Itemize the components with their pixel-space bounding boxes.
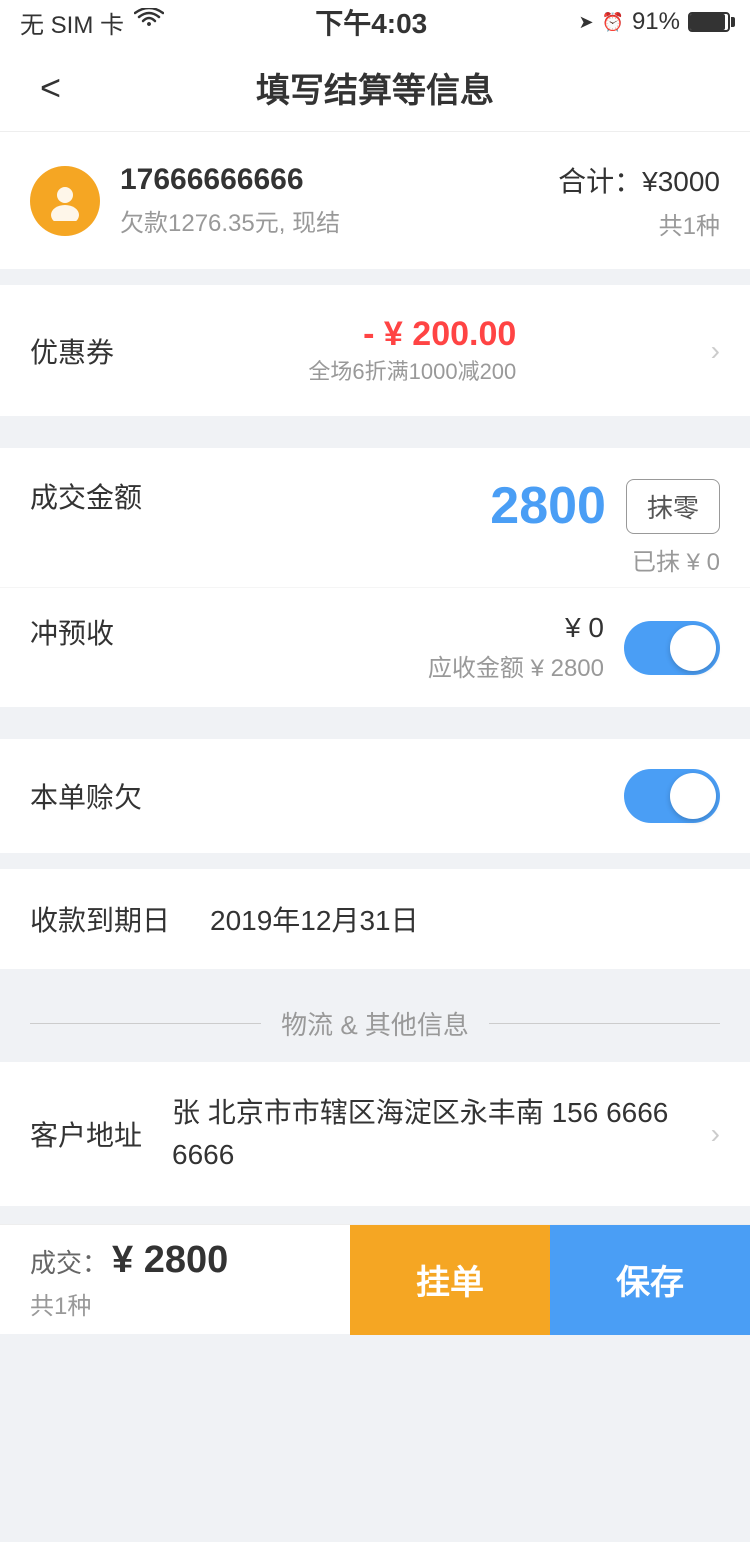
due-date-label: 收款到期日 bbox=[30, 899, 170, 939]
battery-indicator bbox=[688, 12, 730, 32]
divider-line-left bbox=[30, 1023, 261, 1024]
bottom-count: 共1种 bbox=[30, 1286, 320, 1321]
pre-collect-value: ¥ 0 bbox=[428, 612, 604, 644]
status-bar: 无 SIM 卡 下午4:03 ➤ ⏰ 91% bbox=[0, 0, 750, 44]
save-button[interactable]: 保存 bbox=[550, 1225, 750, 1335]
due-date-row: 收款到期日 2019年12月31日 bbox=[0, 869, 750, 969]
bottom-info: 成交： ¥ 2800 共1种 bbox=[0, 1239, 350, 1321]
coupon-value: - ¥ 200.00 bbox=[308, 315, 516, 354]
coupon-desc: 全场6折满1000减200 bbox=[308, 354, 516, 386]
customer-info: 17666666666 欠款1276.35元, 现结 bbox=[120, 163, 340, 238]
address-label: 客户地址 bbox=[30, 1114, 142, 1154]
bottom-amount: ¥ 2800 bbox=[112, 1239, 228, 1282]
logistics-divider: 物流 & 其他信息 bbox=[0, 985, 750, 1062]
customer-count: 共1种 bbox=[558, 206, 720, 241]
avatar bbox=[30, 166, 100, 236]
customer-phone: 17666666666 bbox=[120, 163, 340, 197]
pre-collect-sub: 应收金额 ¥ 2800 bbox=[428, 648, 604, 683]
coupon-label: 优惠券 bbox=[30, 331, 114, 371]
address-row[interactable]: 客户地址 张 北京市市辖区海淀区永丰南 156 6666 6666 › bbox=[0, 1062, 750, 1206]
customer-sub: 欠款1276.35元, 现结 bbox=[120, 203, 340, 238]
gray-divider-1 bbox=[0, 432, 750, 448]
status-left: 无 SIM 卡 bbox=[20, 5, 164, 40]
debt-label: 本单赊欠 bbox=[30, 776, 142, 816]
alarm-icon: ⏰ bbox=[602, 12, 624, 33]
bottom-deal-label: 成交： bbox=[30, 1243, 108, 1280]
debt-toggle[interactable] bbox=[624, 769, 720, 823]
deal-amount-row: 成交金额 2800 抹零 已抹 ¥ 0 bbox=[0, 448, 750, 588]
location-icon: ➤ bbox=[578, 12, 593, 33]
debt-section: 本单赊欠 bbox=[0, 739, 750, 853]
customer-right: 合计：¥3000 共1种 bbox=[558, 160, 720, 241]
pre-collect-label: 冲预收 bbox=[30, 612, 114, 652]
pre-collect-right: ¥ 0 应收金额 ¥ 2800 bbox=[428, 612, 604, 683]
status-time: 下午4:03 bbox=[315, 2, 427, 42]
due-date-value: 2019年12月31日 bbox=[210, 899, 419, 939]
logistics-label: 物流 & 其他信息 bbox=[281, 1005, 469, 1042]
coupon-section: 优惠券 - ¥ 200.00 全场6折满1000减200 › bbox=[0, 285, 750, 416]
nav-bar: < 填写结算等信息 bbox=[0, 44, 750, 132]
debt-row: 本单赊欠 bbox=[0, 739, 750, 853]
customer-card: 17666666666 欠款1276.35元, 现结 合计：¥3000 共1种 bbox=[0, 132, 750, 269]
address-arrow: › bbox=[711, 1118, 720, 1150]
address-value: 张 北京市市辖区海淀区永丰南 156 6666 6666 bbox=[172, 1092, 711, 1176]
customer-left: 17666666666 欠款1276.35元, 现结 bbox=[30, 163, 340, 238]
coupon-row[interactable]: 优惠券 - ¥ 200.00 全场6折满1000减200 › bbox=[0, 285, 750, 416]
coupon-right: - ¥ 200.00 全场6折满1000减200 bbox=[308, 315, 516, 386]
deal-amount-section: 成交金额 2800 抹零 已抹 ¥ 0 冲预收 ¥ 0 应收金额 ¥ 2800 bbox=[0, 448, 750, 707]
divider-line-right bbox=[489, 1023, 720, 1024]
deal-amount-right: 2800 抹零 已抹 ¥ 0 bbox=[490, 476, 720, 577]
round-zero-button[interactable]: 抹零 bbox=[626, 479, 720, 534]
gray-divider-2 bbox=[0, 723, 750, 739]
pre-collect-row: 冲预收 ¥ 0 应收金额 ¥ 2800 bbox=[0, 588, 750, 707]
back-button[interactable]: < bbox=[30, 57, 71, 119]
pre-collect-toggle[interactable] bbox=[624, 621, 720, 675]
battery-percent: 91% bbox=[632, 8, 680, 36]
bottom-bar: 成交： ¥ 2800 共1种 挂单 保存 bbox=[0, 1224, 750, 1334]
customer-total: 合计：¥3000 bbox=[558, 160, 720, 200]
status-right: ➤ ⏰ 91% bbox=[578, 8, 730, 36]
hang-order-button[interactable]: 挂单 bbox=[350, 1225, 550, 1335]
coupon-arrow: › bbox=[711, 335, 720, 367]
page-title: 填写结算等信息 bbox=[256, 63, 494, 112]
ya-mo-text: 已抹 ¥ 0 bbox=[490, 542, 720, 577]
deal-amount-value: 2800 bbox=[490, 476, 606, 536]
battery-fill bbox=[690, 14, 725, 30]
carrier-text: 无 SIM 卡 bbox=[20, 5, 124, 40]
deal-amount-label: 成交金额 bbox=[30, 476, 142, 516]
wifi-icon bbox=[134, 8, 164, 37]
